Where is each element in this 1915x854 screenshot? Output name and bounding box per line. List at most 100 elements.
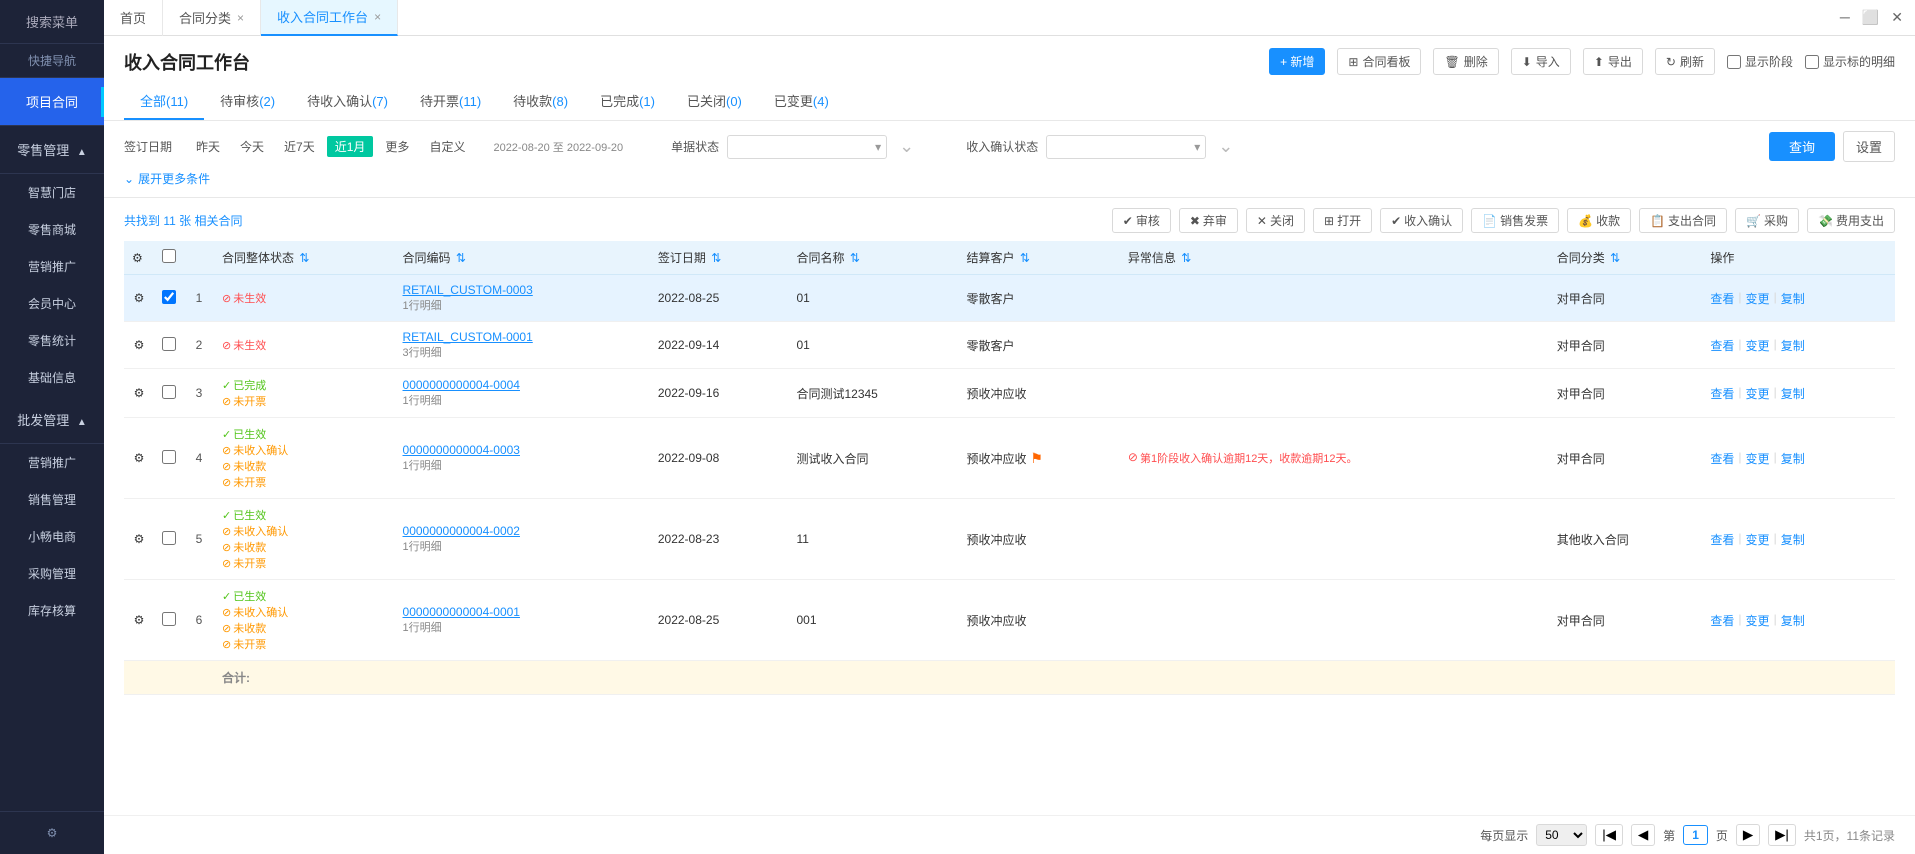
- sidebar-item-base-info[interactable]: 基础信息: [0, 359, 104, 396]
- col-contract-name[interactable]: 合同名称 ⇅: [788, 241, 958, 275]
- tab-close-income-workbench[interactable]: ×: [374, 10, 381, 24]
- per-page-select[interactable]: 50 100 200: [1536, 824, 1587, 846]
- action-print[interactable]: ⊞ 打开: [1313, 208, 1372, 233]
- close-icon[interactable]: ✕: [1891, 9, 1903, 26]
- action-close[interactable]: ✕ 关闭: [1246, 208, 1305, 233]
- op-btn-查看[interactable]: 查看: [1710, 612, 1734, 629]
- show-detail-checkbox[interactable]: 显示标的明细: [1805, 53, 1895, 70]
- sidebar-item-retail-mall[interactable]: 零售商城: [0, 211, 104, 248]
- action-review[interactable]: ✔ 审核: [1112, 208, 1171, 233]
- add-button[interactable]: + 新增: [1269, 48, 1325, 75]
- action-expense-out[interactable]: 💸 费用支出: [1807, 208, 1895, 233]
- row-checkbox[interactable]: [162, 385, 176, 399]
- import-button[interactable]: ⬇ 导入: [1511, 48, 1571, 75]
- col-error-info[interactable]: 异常信息 ⇅: [1120, 241, 1549, 275]
- status-tab-all[interactable]: 全部(11): [124, 83, 204, 120]
- col-sign-date[interactable]: 签订日期 ⇅: [650, 241, 789, 275]
- next-page-btn[interactable]: ▶: [1736, 824, 1760, 846]
- col-overall-status[interactable]: 合同整体状态 ⇅: [214, 241, 395, 275]
- refresh-button[interactable]: ↻ 刷新: [1655, 48, 1715, 75]
- sidebar-item-wholesale-mgr[interactable]: 批发管理 ▲: [0, 396, 104, 444]
- action-income-confirm[interactable]: ✔ 收入确认: [1380, 208, 1463, 233]
- select-all-checkbox[interactable]: [162, 249, 176, 263]
- op-btn-复制[interactable]: 复制: [1781, 531, 1805, 548]
- op-btn-变更[interactable]: 变更: [1746, 450, 1770, 467]
- status-tab-pending-review[interactable]: 待审核(2): [204, 83, 291, 120]
- op-btn-查看[interactable]: 查看: [1710, 531, 1734, 548]
- date-btn-more[interactable]: 更多: [377, 136, 417, 157]
- contract-board-button[interactable]: ⊞ 合同看板: [1337, 48, 1421, 75]
- contract-code-link[interactable]: RETAIL_CUSTOM-0001: [403, 330, 533, 344]
- contract-code-link[interactable]: 0000000000004-0004: [403, 378, 520, 392]
- status-tab-done[interactable]: 已完成(1): [584, 83, 671, 120]
- sidebar-quick-nav[interactable]: 快捷导航: [0, 44, 104, 78]
- op-btn-变更[interactable]: 变更: [1746, 290, 1770, 307]
- action-purchase[interactable]: 🛒 采购: [1735, 208, 1799, 233]
- op-btn-复制[interactable]: 复制: [1781, 337, 1805, 354]
- sidebar-item-purchase-mgr[interactable]: 采购管理: [0, 555, 104, 592]
- op-btn-复制[interactable]: 复制: [1781, 612, 1805, 629]
- contract-code-link[interactable]: 0000000000004-0001: [403, 605, 520, 619]
- op-btn-变更[interactable]: 变更: [1746, 385, 1770, 402]
- expand-filter-button[interactable]: ⌄ 展开更多条件: [124, 170, 210, 187]
- sidebar-item-sales-mgr[interactable]: 销售管理: [0, 481, 104, 518]
- contract-code-link[interactable]: RETAIL_CUSTOM-0003: [403, 283, 533, 297]
- date-btn-last7[interactable]: 近7天: [276, 136, 323, 157]
- col-checkbox[interactable]: [154, 241, 184, 275]
- row-checkbox[interactable]: [162, 450, 176, 464]
- status-tab-changed[interactable]: 已变更(4): [758, 83, 845, 120]
- export-button[interactable]: ⬆ 导出: [1583, 48, 1643, 75]
- row-checkbox[interactable]: [162, 290, 176, 304]
- status-tab-pending-collect[interactable]: 待收款(8): [497, 83, 584, 120]
- col-settlement-customer[interactable]: 结算客户 ⇅: [958, 241, 1119, 275]
- last-page-btn[interactable]: ▶|: [1768, 824, 1796, 846]
- row-settings-icon[interactable]: ⚙: [124, 322, 154, 369]
- status-tab-pending-income[interactable]: 待收入确认(7): [291, 83, 404, 120]
- prev-page-btn[interactable]: ◀: [1631, 824, 1655, 846]
- row-settings-icon[interactable]: ⚙: [124, 369, 154, 418]
- sidebar-search[interactable]: 搜索菜单: [0, 0, 104, 44]
- date-btn-custom[interactable]: 自定义: [421, 136, 473, 157]
- row-settings-icon[interactable]: ⚙: [124, 499, 154, 580]
- op-btn-变更[interactable]: 变更: [1746, 612, 1770, 629]
- row-checkbox[interactable]: [162, 337, 176, 351]
- tab-home[interactable]: 首页: [104, 0, 163, 36]
- op-btn-查看[interactable]: 查看: [1710, 290, 1734, 307]
- contract-code-link[interactable]: 0000000000004-0003: [403, 443, 520, 457]
- show-segment-checkbox[interactable]: 显示阶段: [1727, 53, 1793, 70]
- col-settings[interactable]: ⚙: [124, 241, 154, 275]
- row-settings-icon[interactable]: ⚙: [124, 418, 154, 499]
- action-abandon[interactable]: ✖ 弃审: [1179, 208, 1238, 233]
- sidebar-item-retail-stats[interactable]: 零售统计: [0, 322, 104, 359]
- tab-close-contract-classify[interactable]: ×: [237, 11, 244, 25]
- sidebar-item-inventory[interactable]: 库存核算: [0, 592, 104, 629]
- query-button[interactable]: 查询: [1769, 132, 1835, 161]
- action-collect[interactable]: 💰 收款: [1567, 208, 1631, 233]
- status-tab-closed[interactable]: 已关闭(0): [671, 83, 758, 120]
- op-btn-查看[interactable]: 查看: [1710, 450, 1734, 467]
- tab-income-workbench[interactable]: 收入合同工作台 ×: [261, 0, 398, 36]
- sidebar-item-smart-shop[interactable]: 智慧门店: [0, 174, 104, 211]
- action-support-contract[interactable]: 📋 支出合同: [1639, 208, 1727, 233]
- doc-status-select[interactable]: [727, 135, 887, 159]
- contract-code-link[interactable]: 0000000000004-0002: [403, 524, 520, 538]
- col-contract-type[interactable]: 合同分类 ⇅: [1549, 241, 1703, 275]
- row-settings-icon[interactable]: ⚙: [124, 275, 154, 322]
- sidebar-item-project[interactable]: 项目合同: [0, 78, 104, 126]
- sidebar-item-member[interactable]: 会员中心: [0, 285, 104, 322]
- first-page-btn[interactable]: |◀: [1595, 824, 1623, 846]
- sidebar-settings[interactable]: ⚙: [0, 811, 104, 854]
- delete-button[interactable]: 🗑 删除: [1433, 48, 1498, 75]
- sidebar-item-xiaochange[interactable]: 小畅电商: [0, 518, 104, 555]
- op-btn-查看[interactable]: 查看: [1710, 337, 1734, 354]
- sidebar-item-marketing[interactable]: 营销推广: [0, 248, 104, 285]
- op-btn-复制[interactable]: 复制: [1781, 290, 1805, 307]
- filter-settings-button[interactable]: 设置: [1843, 131, 1895, 162]
- op-btn-变更[interactable]: 变更: [1746, 531, 1770, 548]
- sidebar-item-marketing2[interactable]: 营销推广: [0, 444, 104, 481]
- row-settings-icon[interactable]: ⚙: [124, 580, 154, 661]
- maximize-icon[interactable]: ⬜: [1862, 9, 1879, 26]
- row-checkbox[interactable]: [162, 531, 176, 545]
- date-btn-last1month[interactable]: 近1月: [327, 136, 374, 157]
- op-btn-变更[interactable]: 变更: [1746, 337, 1770, 354]
